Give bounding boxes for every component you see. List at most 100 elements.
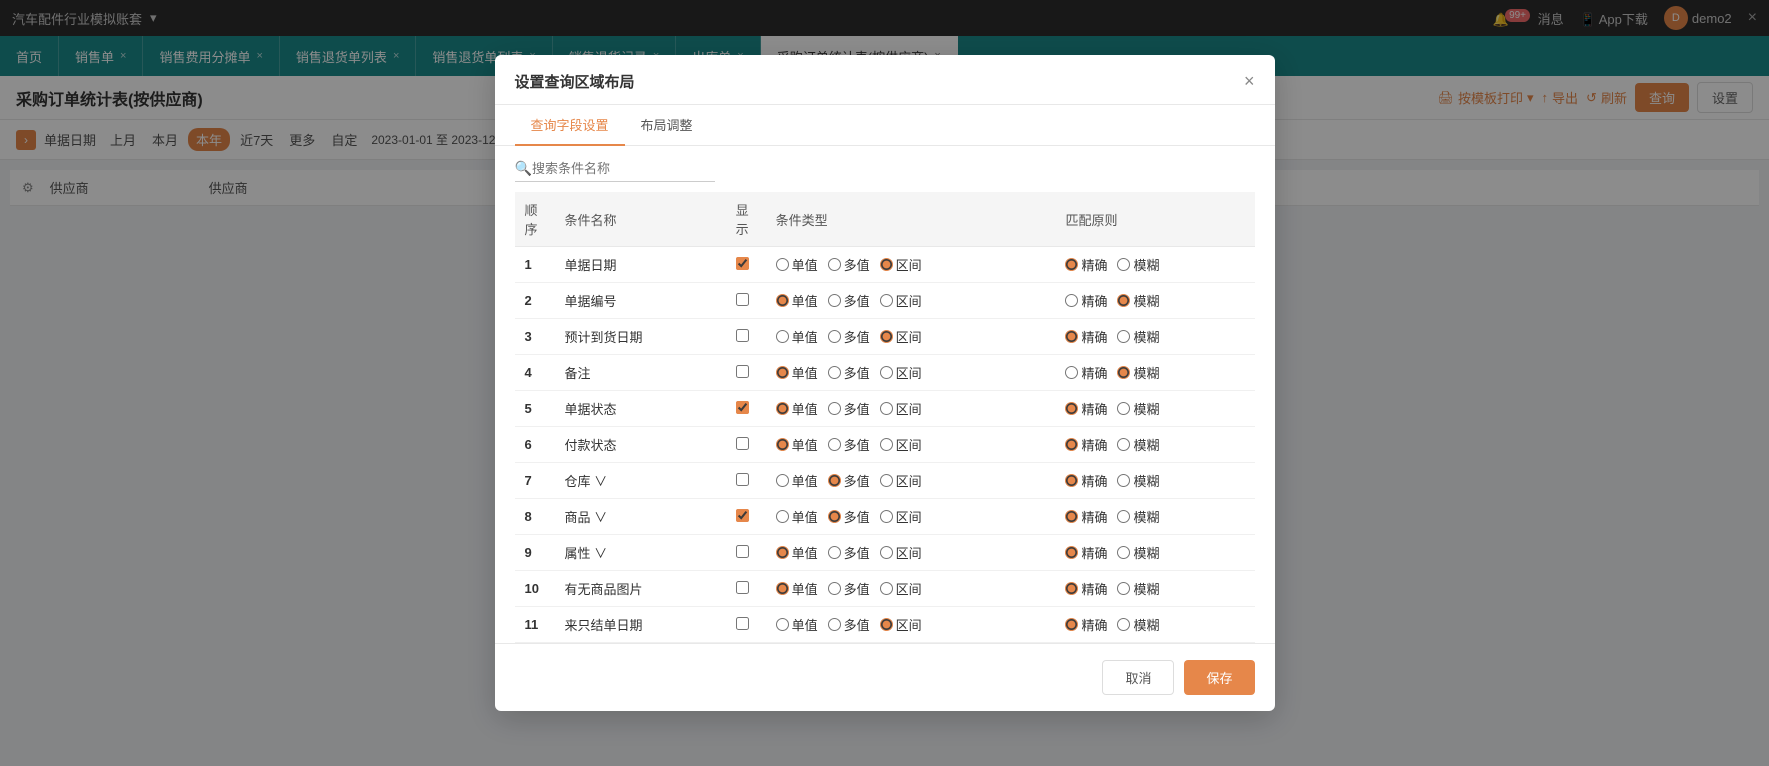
match-radio-exact[interactable]: 精确 <box>1065 579 1107 598</box>
dialog-close-button[interactable]: × <box>1244 71 1255 92</box>
type-radio-range[interactable]: 区间 <box>880 399 922 418</box>
cell-display[interactable] <box>726 319 766 355</box>
cell-match: 精确模糊 <box>1055 571 1254 607</box>
type-radio-multi[interactable]: 多值 <box>828 615 870 634</box>
type-radio-multi[interactable]: 多值 <box>828 363 870 382</box>
type-radio-range[interactable]: 区间 <box>880 615 922 634</box>
display-checkbox[interactable] <box>736 437 749 450</box>
type-radio-multi[interactable]: 多值 <box>828 327 870 346</box>
match-radio-fuzzy[interactable]: 模糊 <box>1117 615 1159 634</box>
cell-name: 来只结单日期 <box>555 607 726 643</box>
match-radio-fuzzy[interactable]: 模糊 <box>1117 363 1159 382</box>
type-radio-multi[interactable]: 多值 <box>828 399 870 418</box>
type-radio-multi[interactable]: 多值 <box>828 291 870 310</box>
table-row: 2单据编号单值多值区间精确模糊 <box>515 283 1255 319</box>
search-input[interactable] <box>532 161 692 176</box>
type-radio-range[interactable]: 区间 <box>880 363 922 382</box>
cell-name: 单据日期 <box>555 247 726 283</box>
cell-name: 有无商品图片 <box>555 571 726 607</box>
display-checkbox[interactable] <box>736 581 749 594</box>
type-radio-single[interactable]: 单值 <box>776 543 818 562</box>
match-radio-exact[interactable]: 精确 <box>1065 435 1107 454</box>
display-checkbox[interactable] <box>736 545 749 558</box>
display-checkbox[interactable] <box>736 401 749 414</box>
cell-type: 单值多值区间 <box>766 571 1056 607</box>
match-radio-fuzzy[interactable]: 模糊 <box>1117 435 1159 454</box>
cell-display[interactable] <box>726 499 766 535</box>
cell-type: 单值多值区间 <box>766 355 1056 391</box>
cell-seq: 2 <box>515 283 555 319</box>
type-radio-single[interactable]: 单值 <box>776 615 818 634</box>
type-radio-range[interactable]: 区间 <box>880 579 922 598</box>
display-checkbox[interactable] <box>736 473 749 486</box>
type-radio-single[interactable]: 单值 <box>776 579 818 598</box>
save-button[interactable]: 保存 <box>1184 660 1254 695</box>
display-checkbox[interactable] <box>736 329 749 342</box>
cell-display[interactable] <box>726 283 766 319</box>
cell-display[interactable] <box>726 571 766 607</box>
dialog-table-wrap: 顺序 条件名称 显示 条件类型 匹配原则 1单据日期单值多值区间精确模糊2单据编… <box>495 192 1275 643</box>
type-radio-multi[interactable]: 多值 <box>828 579 870 598</box>
type-radio-multi[interactable]: 多值 <box>828 507 870 526</box>
cancel-button[interactable]: 取消 <box>1102 660 1174 695</box>
type-radio-single[interactable]: 单值 <box>776 363 818 382</box>
type-radio-single[interactable]: 单值 <box>776 399 818 418</box>
display-checkbox[interactable] <box>736 617 749 630</box>
match-radio-exact[interactable]: 精确 <box>1065 327 1107 346</box>
cell-display[interactable] <box>726 607 766 643</box>
type-radio-range[interactable]: 区间 <box>880 543 922 562</box>
match-radio-fuzzy[interactable]: 模糊 <box>1117 471 1159 490</box>
match-radio-fuzzy[interactable]: 模糊 <box>1117 507 1159 526</box>
cell-seq: 5 <box>515 391 555 427</box>
cell-display[interactable] <box>726 463 766 499</box>
match-radio-exact[interactable]: 精确 <box>1065 471 1107 490</box>
type-radio-multi[interactable]: 多值 <box>828 543 870 562</box>
dialog-search-area: 🔍 <box>495 146 1275 192</box>
type-radio-range[interactable]: 区间 <box>880 471 922 490</box>
type-radio-range[interactable]: 区间 <box>880 327 922 346</box>
table-row: 9属性 ∨单值多值区间精确模糊 <box>515 535 1255 571</box>
display-checkbox[interactable] <box>736 365 749 378</box>
type-radio-single[interactable]: 单值 <box>776 327 818 346</box>
match-radio-exact[interactable]: 精确 <box>1065 615 1107 634</box>
cell-display[interactable] <box>726 247 766 283</box>
match-radio-exact[interactable]: 精确 <box>1065 507 1107 526</box>
type-radio-single[interactable]: 单值 <box>776 471 818 490</box>
display-checkbox[interactable] <box>736 257 749 270</box>
cell-match: 精确模糊 <box>1055 247 1254 283</box>
type-radio-single[interactable]: 单值 <box>776 507 818 526</box>
match-radio-exact[interactable]: 精确 <box>1065 543 1107 562</box>
match-radio-fuzzy[interactable]: 模糊 <box>1117 399 1159 418</box>
type-radio-range[interactable]: 区间 <box>880 435 922 454</box>
cell-display[interactable] <box>726 427 766 463</box>
dialog-tab-query-fields[interactable]: 查询字段设置 <box>515 105 625 146</box>
cell-match: 精确模糊 <box>1055 283 1254 319</box>
type-radio-single[interactable]: 单值 <box>776 255 818 274</box>
col-name: 条件名称 <box>555 192 726 247</box>
cell-display[interactable] <box>726 535 766 571</box>
cell-seq: 1 <box>515 247 555 283</box>
type-radio-single[interactable]: 单值 <box>776 291 818 310</box>
match-radio-fuzzy[interactable]: 模糊 <box>1117 255 1159 274</box>
match-radio-fuzzy[interactable]: 模糊 <box>1117 579 1159 598</box>
cell-display[interactable] <box>726 355 766 391</box>
cell-seq: 11 <box>515 607 555 643</box>
type-radio-multi[interactable]: 多值 <box>828 435 870 454</box>
match-radio-fuzzy[interactable]: 模糊 <box>1117 543 1159 562</box>
type-radio-range[interactable]: 区间 <box>880 507 922 526</box>
cell-display[interactable] <box>726 391 766 427</box>
type-radio-single[interactable]: 单值 <box>776 435 818 454</box>
match-radio-fuzzy[interactable]: 模糊 <box>1117 291 1159 310</box>
display-checkbox[interactable] <box>736 509 749 522</box>
match-radio-exact[interactable]: 精确 <box>1065 255 1107 274</box>
type-radio-multi[interactable]: 多值 <box>828 255 870 274</box>
dialog-tab-layout[interactable]: 布局调整 <box>625 105 709 146</box>
match-radio-exact[interactable]: 精确 <box>1065 399 1107 418</box>
display-checkbox[interactable] <box>736 293 749 306</box>
match-radio-exact[interactable]: 精确 <box>1065 363 1107 382</box>
match-radio-fuzzy[interactable]: 模糊 <box>1117 327 1159 346</box>
type-radio-range[interactable]: 区间 <box>880 255 922 274</box>
match-radio-exact[interactable]: 精确 <box>1065 291 1107 310</box>
type-radio-range[interactable]: 区间 <box>880 291 922 310</box>
type-radio-multi[interactable]: 多值 <box>828 471 870 490</box>
